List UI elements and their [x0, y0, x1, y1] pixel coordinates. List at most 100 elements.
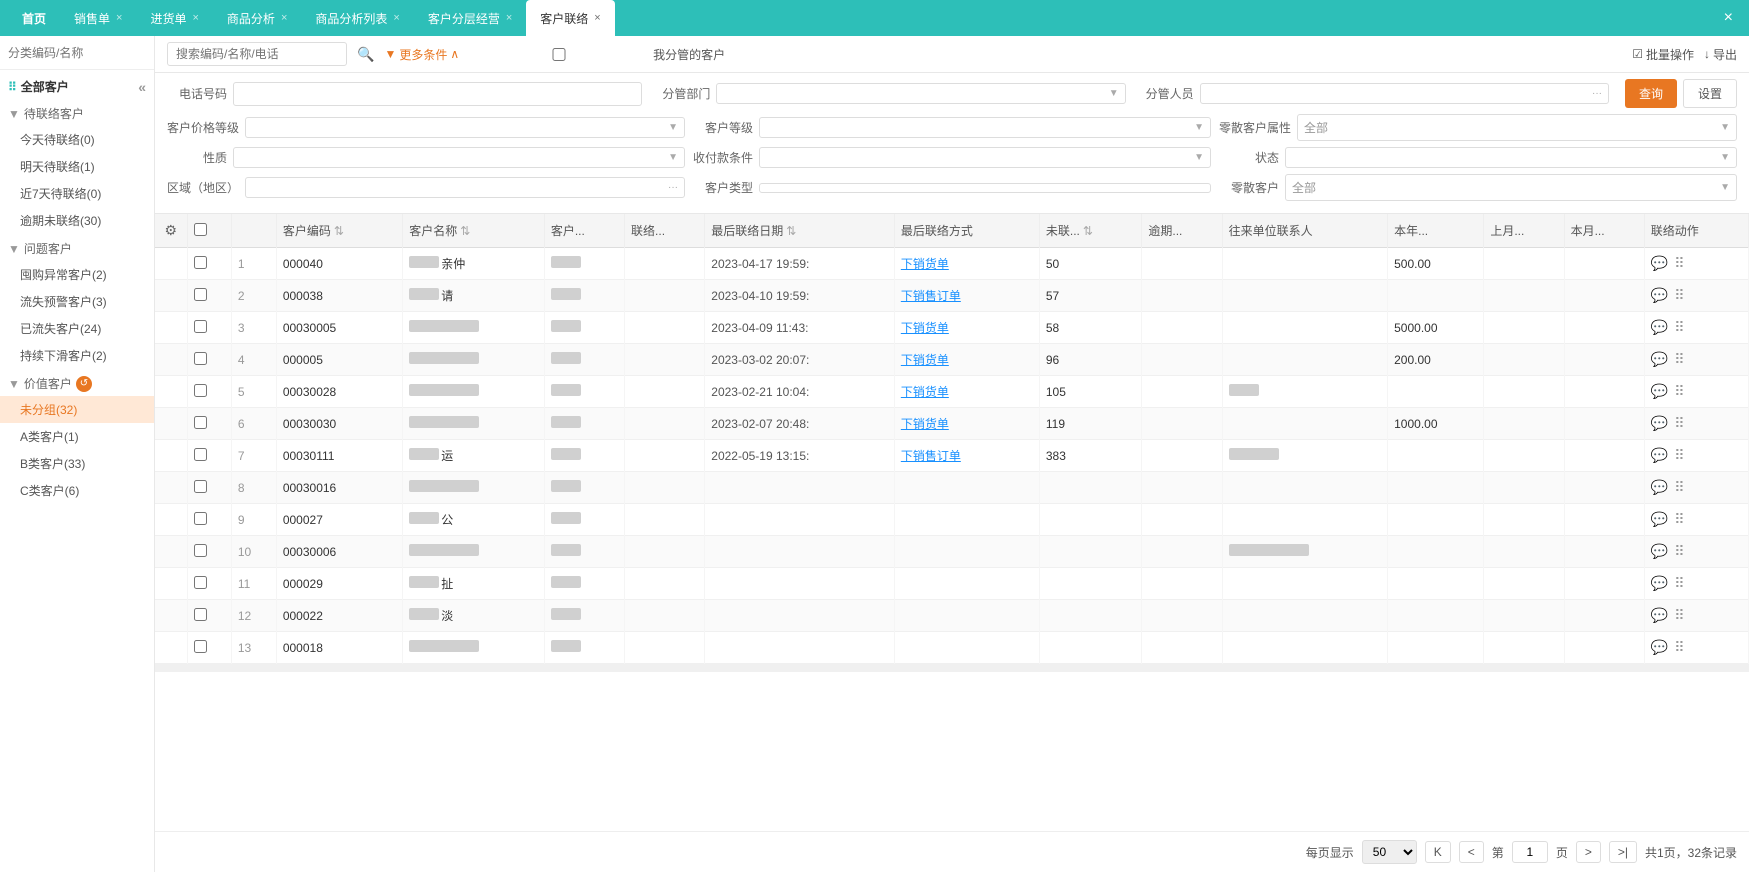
th-last-month[interactable]: 上月... [1484, 214, 1564, 248]
more-filter-btn[interactable]: ▼ 更多条件 ∧ [384, 46, 459, 63]
value-customers-section[interactable]: ▼ 价值客户 ↺ [0, 369, 154, 396]
th-this-month[interactable]: 本月... [1564, 214, 1644, 248]
tab-close-product-analysis[interactable]: × [281, 12, 287, 24]
cell-checkbox[interactable] [187, 280, 231, 312]
tab-product-list[interactable]: 商品分析列表 × [301, 0, 413, 36]
grid-action-icon[interactable]: ⠿ [1674, 287, 1684, 304]
first-page-btn[interactable]: K [1425, 841, 1451, 863]
search-input[interactable] [167, 42, 347, 66]
nature-select[interactable]: ▼ [233, 147, 685, 168]
sidebar-item-declining[interactable]: 持续下滑客户(2) [0, 342, 154, 369]
chat-icon[interactable]: 💬 [1651, 415, 1668, 432]
sidebar-item-ungroup[interactable]: 未分组(32) [0, 396, 154, 423]
per-page-select[interactable]: 50 100 200 [1362, 840, 1417, 864]
grid-action-icon[interactable]: ⠿ [1674, 479, 1684, 496]
th-not-contact[interactable]: 未联... ⇅ [1039, 214, 1142, 248]
sidebar-item-a-class[interactable]: A类客户(1) [0, 423, 154, 450]
sidebar-item-7days[interactable]: 近7天待联络(0) [0, 180, 154, 207]
select-all-checkbox[interactable] [194, 223, 207, 236]
cell-checkbox[interactable] [187, 600, 231, 632]
query-button[interactable]: 查询 [1625, 79, 1677, 108]
sidebar-item-churned[interactable]: 已流失客户(24) [0, 315, 154, 342]
th-overdue[interactable]: 逾期... [1142, 214, 1222, 248]
tab-close-sales[interactable]: × [116, 12, 122, 24]
chat-icon[interactable]: 💬 [1651, 255, 1668, 272]
price-level-select[interactable]: ▼ [245, 117, 685, 138]
region-select[interactable]: ··· [245, 177, 685, 198]
problem-customers-section[interactable]: ▼ 问题客户 [0, 234, 154, 261]
sidebar-search-input[interactable] [8, 46, 155, 60]
status-select[interactable]: ▼ [1285, 147, 1737, 168]
reset-button[interactable]: 设置 [1683, 79, 1737, 108]
grid-action-icon[interactable]: ⠿ [1674, 383, 1684, 400]
next-page-btn[interactable]: > [1576, 841, 1601, 863]
dept-select[interactable]: ▼ [716, 83, 1125, 104]
grid-action-icon[interactable]: ⠿ [1674, 607, 1684, 624]
th-last-date[interactable]: 最后联络日期 ⇅ [705, 214, 895, 248]
th-name[interactable]: 客户名称 ⇅ [403, 214, 545, 248]
tab-close-product-list[interactable]: × [393, 12, 399, 24]
grid-action-icon[interactable]: ⠿ [1674, 639, 1684, 656]
grid-action-icon[interactable]: ⠿ [1674, 415, 1684, 432]
chat-icon[interactable]: 💬 [1651, 319, 1668, 336]
all-customers-header[interactable]: ⠿ 全部客户 « [0, 70, 154, 99]
customer-level-select[interactable]: ▼ [759, 117, 1211, 138]
sidebar-item-overdue[interactable]: 逾期未联络(30) [0, 207, 154, 234]
chat-icon[interactable]: 💬 [1651, 543, 1668, 560]
tab-close-customer-segment[interactable]: × [506, 12, 512, 24]
tab-sales[interactable]: 销售单 × [60, 0, 136, 36]
chat-icon[interactable]: 💬 [1651, 575, 1668, 592]
grid-action-icon[interactable]: ⠿ [1674, 447, 1684, 464]
phone-input[interactable] [233, 82, 642, 106]
cell-checkbox[interactable] [187, 536, 231, 568]
tab-home[interactable]: 首页 [8, 0, 60, 36]
settings-icon[interactable]: ⚙ [164, 222, 177, 238]
cell-checkbox[interactable] [187, 248, 231, 280]
tab-product-analysis[interactable]: 商品分析 × [213, 0, 301, 36]
prev-page-btn[interactable]: < [1459, 841, 1484, 863]
nav-close-button[interactable]: × [1716, 9, 1741, 27]
grid-action-icon[interactable]: ⠿ [1674, 511, 1684, 528]
scatter-attr-select[interactable]: 全部 ▼ [1297, 114, 1737, 141]
chat-icon[interactable]: 💬 [1651, 287, 1668, 304]
batch-op-btn[interactable]: ☑ 批量操作 [1632, 46, 1694, 63]
sidebar-item-churn-warning[interactable]: 流失预警客户(3) [0, 288, 154, 315]
cell-checkbox[interactable] [187, 344, 231, 376]
collapse-icon[interactable]: « [138, 79, 146, 95]
tab-customer-segment[interactable]: 客户分层经营 × [414, 0, 526, 36]
sidebar-item-today[interactable]: 今天待联络(0) [0, 126, 154, 153]
th-last-way[interactable]: 最后联络方式 [894, 214, 1039, 248]
tab-purchase[interactable]: 进货单 × [136, 0, 212, 36]
th-contact-person[interactable]: 往来单位联系人 [1222, 214, 1388, 248]
cell-checkbox[interactable] [187, 568, 231, 600]
cell-checkbox[interactable] [187, 632, 231, 664]
tab-close-customer-contact[interactable]: × [594, 12, 600, 24]
sidebar-item-abnormal[interactable]: 囤购异常客户(2) [0, 261, 154, 288]
tab-customer-contact[interactable]: 客户联络 × [526, 0, 614, 36]
chat-icon[interactable]: 💬 [1651, 383, 1668, 400]
horizontal-scrollbar[interactable] [155, 664, 1749, 672]
my-customer-check[interactable] [469, 48, 649, 61]
cell-checkbox[interactable] [187, 440, 231, 472]
grid-action-icon[interactable]: ⠿ [1674, 351, 1684, 368]
sidebar-item-c-class[interactable]: C类客户(6) [0, 477, 154, 504]
th-type[interactable]: 客户... [544, 214, 624, 248]
grid-action-icon[interactable]: ⠿ [1674, 255, 1684, 272]
cell-checkbox[interactable] [187, 376, 231, 408]
scatter-customer-select[interactable]: 全部 ▼ [1285, 174, 1737, 201]
cell-checkbox[interactable] [187, 408, 231, 440]
pending-contact-section[interactable]: ▼ 待联络客户 [0, 99, 154, 126]
manager-select[interactable]: ··· [1200, 83, 1609, 104]
export-btn[interactable]: ↓ 导出 [1704, 46, 1737, 63]
th-this-year[interactable]: 本年... [1388, 214, 1484, 248]
chat-icon[interactable]: 💬 [1651, 351, 1668, 368]
grid-action-icon[interactable]: ⠿ [1674, 319, 1684, 336]
cell-checkbox[interactable] [187, 472, 231, 504]
search-icon[interactable]: 🔍 [357, 46, 374, 63]
grid-action-icon[interactable]: ⠿ [1674, 575, 1684, 592]
sidebar-item-b-class[interactable]: B类客户(33) [0, 450, 154, 477]
payment-select[interactable]: ▼ [759, 147, 1211, 168]
last-page-btn[interactable]: >| [1609, 841, 1637, 863]
th-code[interactable]: 客户编码 ⇅ [276, 214, 402, 248]
th-settings[interactable]: ⚙ [155, 214, 187, 248]
